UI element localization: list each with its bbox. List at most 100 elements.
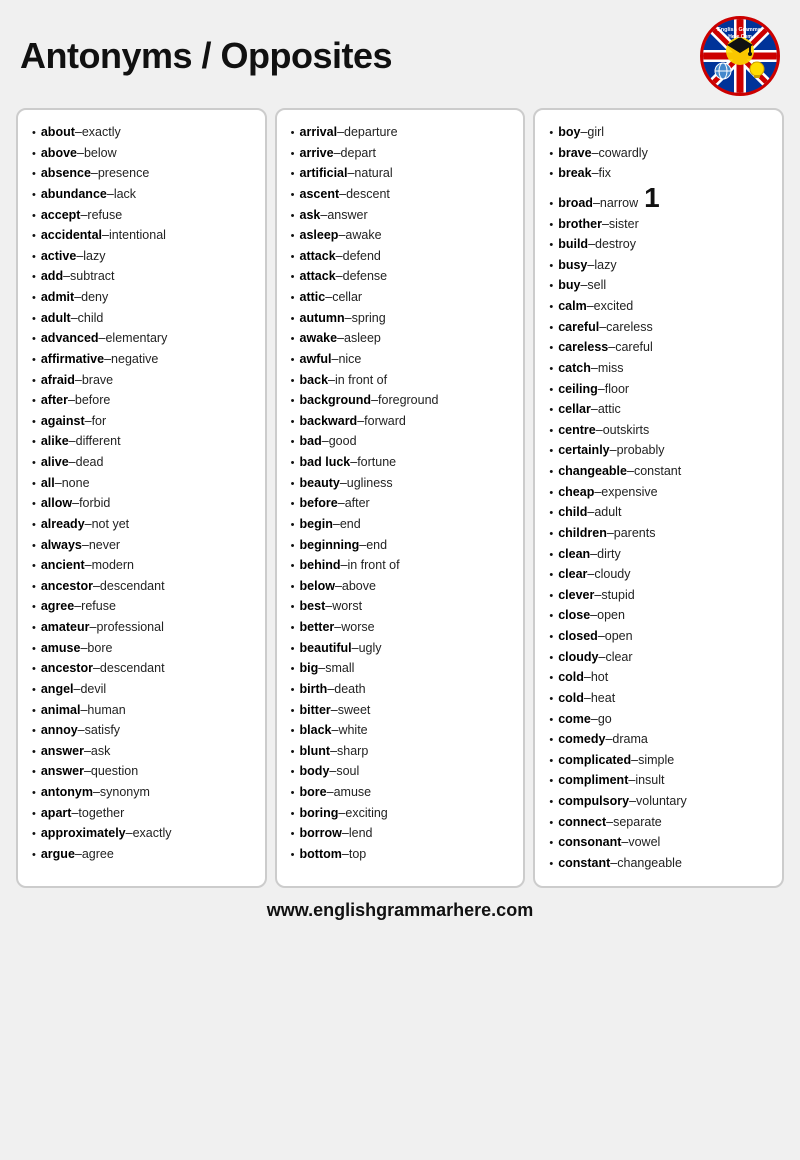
list-item: certainly – probably bbox=[549, 440, 772, 461]
word-antonym: excited bbox=[594, 296, 634, 317]
list-item: ancestor – descendant bbox=[32, 658, 255, 679]
list-item: against – for bbox=[32, 411, 255, 432]
list-item: cold – hot bbox=[549, 667, 772, 688]
word-antonym: professional bbox=[96, 617, 163, 638]
word-antonym: defend bbox=[343, 246, 381, 267]
list-item: bottom – top bbox=[291, 844, 514, 865]
list-item: answer – ask bbox=[32, 741, 255, 762]
list-item: arrival – departure bbox=[291, 122, 514, 143]
list-item: already – not yet bbox=[32, 514, 255, 535]
word-list-3: boy – girlbrave – cowardlybreak – fixbro… bbox=[549, 122, 772, 874]
word-antonym: fortune bbox=[357, 452, 396, 473]
word-antonym: end bbox=[366, 535, 387, 556]
list-item: awful – nice bbox=[291, 349, 514, 370]
svg-text:Here.Com: Here.Com bbox=[728, 34, 752, 40]
word-primary: ancestor bbox=[41, 576, 93, 597]
word-antonym: worse bbox=[341, 617, 374, 638]
list-item: close – open bbox=[549, 605, 772, 626]
word-antonym: death bbox=[334, 679, 365, 700]
list-item: comedy – drama bbox=[549, 729, 772, 750]
word-antonym: intentional bbox=[109, 225, 166, 246]
list-item: angel – devil bbox=[32, 679, 255, 700]
word-antonym: elementary bbox=[105, 328, 167, 349]
word-primary: amateur bbox=[41, 617, 90, 638]
word-primary: boy bbox=[558, 122, 580, 143]
list-item: beauty – ugliness bbox=[291, 473, 514, 494]
list-item: adult – child bbox=[32, 308, 255, 329]
word-primary: child bbox=[558, 502, 587, 523]
list-item: afraid – brave bbox=[32, 370, 255, 391]
word-primary: borrow bbox=[300, 823, 342, 844]
list-item: above – below bbox=[32, 143, 255, 164]
word-antonym: foreground bbox=[378, 390, 438, 411]
list-item: birth – death bbox=[291, 679, 514, 700]
word-primary: below bbox=[300, 576, 335, 597]
word-antonym: in front of bbox=[335, 370, 387, 391]
column-1: about – exactlyabove – belowabsence – pr… bbox=[16, 108, 267, 888]
word-primary: black bbox=[300, 720, 332, 741]
word-antonym: attic bbox=[598, 399, 621, 420]
word-antonym: negative bbox=[111, 349, 158, 370]
list-item: break – fix bbox=[549, 163, 772, 184]
word-primary: children bbox=[558, 523, 607, 544]
word-antonym: devil bbox=[80, 679, 106, 700]
footer: www.englishgrammarhere.com bbox=[16, 900, 784, 921]
word-antonym: insult bbox=[635, 770, 664, 791]
word-primary: add bbox=[41, 266, 63, 287]
word-antonym: sweet bbox=[338, 700, 371, 721]
list-item: calm – excited bbox=[549, 296, 772, 317]
list-item: come – go bbox=[549, 709, 772, 730]
word-primary: afraid bbox=[41, 370, 75, 391]
list-item: build – destroy bbox=[549, 234, 772, 255]
word-primary: ancestor bbox=[41, 658, 93, 679]
word-primary: awake bbox=[300, 328, 338, 349]
word-antonym: parents bbox=[614, 523, 656, 544]
list-item: cold – heat bbox=[549, 688, 772, 709]
word-primary: cellar bbox=[558, 399, 591, 420]
word-antonym: expensive bbox=[601, 482, 657, 503]
word-primary: angel bbox=[41, 679, 74, 700]
word-antonym: agree bbox=[82, 844, 114, 865]
list-item: backward – forward bbox=[291, 411, 514, 432]
word-primary: allow bbox=[41, 493, 72, 514]
word-antonym: exactly bbox=[133, 823, 172, 844]
word-primary: bitter bbox=[300, 700, 331, 721]
word-antonym: spring bbox=[352, 308, 386, 329]
list-item: bad luck – fortune bbox=[291, 452, 514, 473]
word-antonym: narrow bbox=[600, 193, 638, 214]
word-primary: attack bbox=[300, 266, 336, 287]
word-antonym: separate bbox=[613, 812, 662, 833]
word-antonym: cowardly bbox=[599, 143, 648, 164]
word-primary: apart bbox=[41, 803, 72, 824]
word-primary: admit bbox=[41, 287, 74, 308]
word-antonym: presence bbox=[98, 163, 149, 184]
word-antonym: good bbox=[329, 431, 357, 452]
list-item: ancient – modern bbox=[32, 555, 255, 576]
word-primary: accept bbox=[41, 205, 81, 226]
word-primary: beginning bbox=[300, 535, 360, 556]
word-antonym: stupid bbox=[601, 585, 634, 606]
list-item: arrive – depart bbox=[291, 143, 514, 164]
word-primary: centre bbox=[558, 420, 596, 441]
list-item: admit – deny bbox=[32, 287, 255, 308]
word-primary: annoy bbox=[41, 720, 78, 741]
word-antonym: careful bbox=[615, 337, 653, 358]
list-item: clean – dirty bbox=[549, 544, 772, 565]
list-item: cellar – attic bbox=[549, 399, 772, 420]
list-item: brave – cowardly bbox=[549, 143, 772, 164]
list-item: affirmative – negative bbox=[32, 349, 255, 370]
word-antonym: below bbox=[84, 143, 117, 164]
list-item: autumn – spring bbox=[291, 308, 514, 329]
list-item: big – small bbox=[291, 658, 514, 679]
word-primary: best bbox=[300, 596, 326, 617]
list-item: better – worse bbox=[291, 617, 514, 638]
word-antonym: cloudy bbox=[594, 564, 630, 585]
word-primary: absence bbox=[41, 163, 91, 184]
word-primary: cloudy bbox=[558, 647, 598, 668]
word-primary: arrive bbox=[300, 143, 334, 164]
word-antonym: lazy bbox=[83, 246, 105, 267]
list-item: complicated – simple bbox=[549, 750, 772, 771]
col3-header: boy – girlbrave – cowardlybreak – fixbro… bbox=[549, 122, 772, 874]
list-item: attic – cellar bbox=[291, 287, 514, 308]
word-antonym: lend bbox=[349, 823, 373, 844]
